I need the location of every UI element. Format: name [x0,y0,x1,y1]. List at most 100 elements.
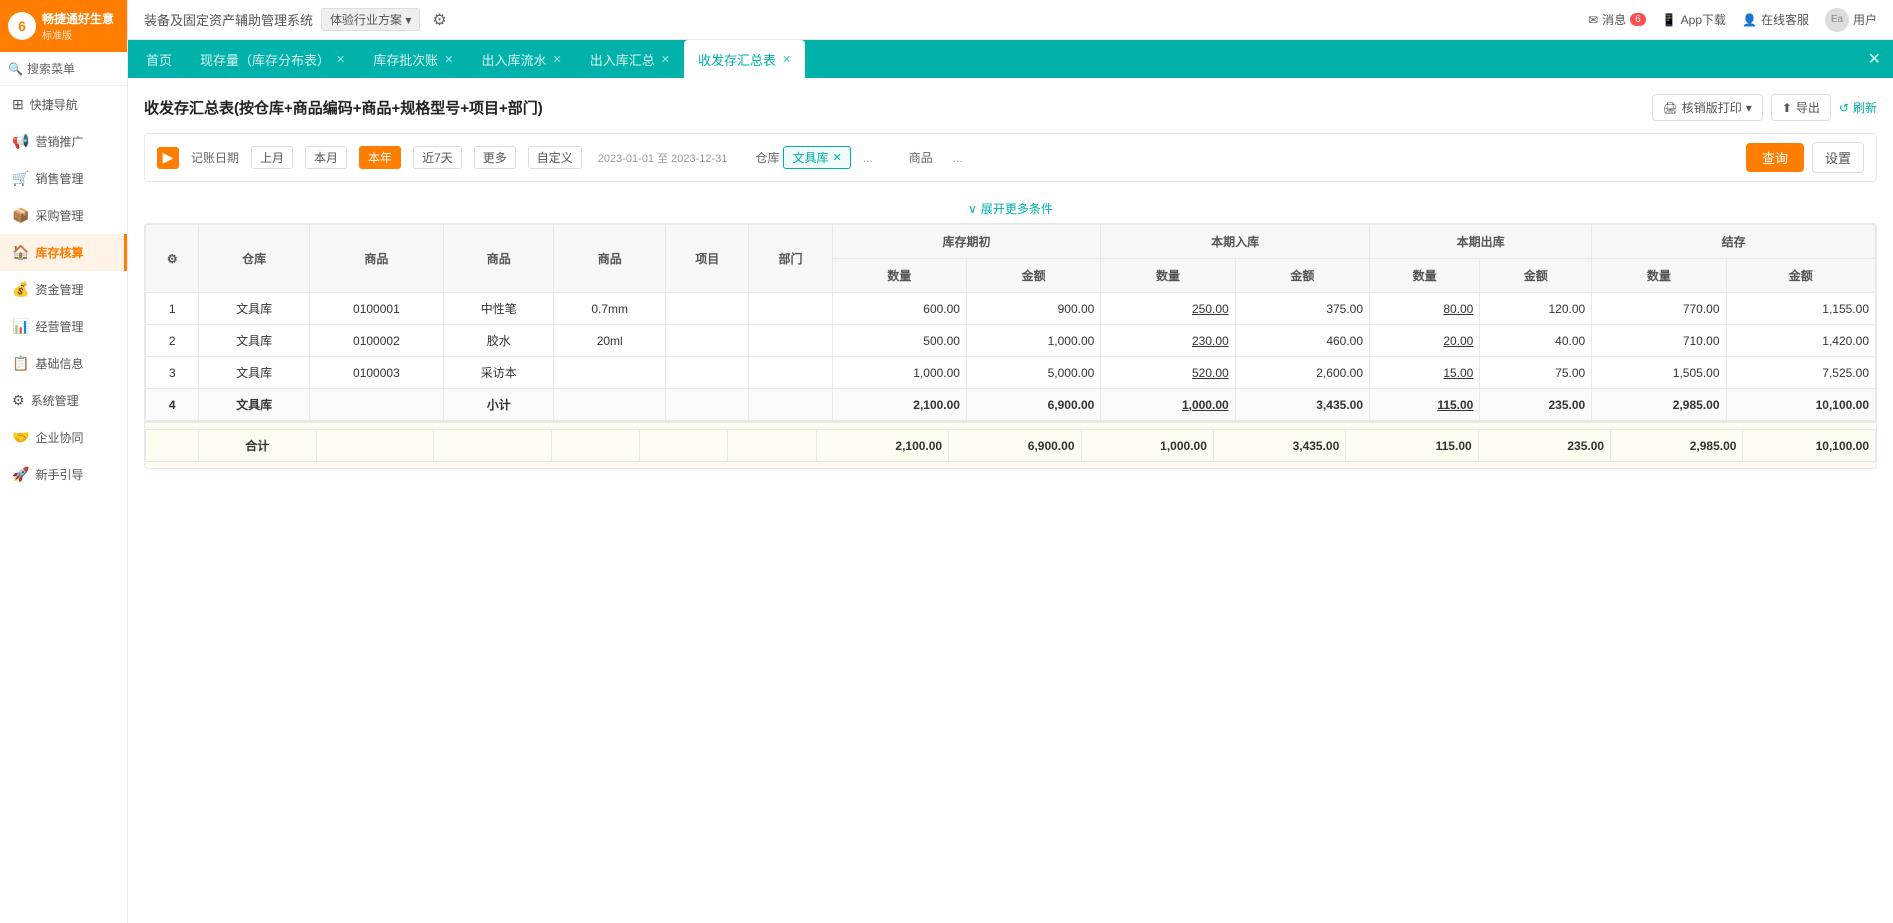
sidebar-item-purchase[interactable]: 📦 采购管理 [0,197,127,234]
topbar-right: ✉ 消息 6 📱 App下载 👤 在线客服 Ea 用户 [1588,8,1877,32]
tab-inout-flow-close[interactable]: ✕ [553,53,562,66]
sidebar-item-system[interactable]: ⚙ 系统管理 [0,382,127,419]
col-dept: 部门 [749,225,832,293]
expand-conditions-btn[interactable]: ∨ 展开更多条件 [968,200,1053,217]
tab-stock-dist[interactable]: 现存量（库存分布表） ✕ [186,40,359,78]
table-settings-icon[interactable]: ⚙ [167,252,178,266]
cell-out-amt: 120.00 [1480,293,1592,325]
cell-out-qty[interactable]: 20.00 [1370,325,1480,357]
inventory-icon: 🏠 [12,244,29,261]
table-footer: 合计 2,100.00 6,900.00 1,000.00 3,435.00 1… [145,421,1876,468]
col-project: 项目 [666,225,749,293]
quick-nav-icon: ⊞ [12,96,24,113]
tab-stock-dist-close[interactable]: ✕ [336,53,345,66]
warehouse-more-btn[interactable]: ... [855,149,881,167]
tab-batch-account[interactable]: 库存批次账 ✕ [359,40,467,78]
cell-out-qty[interactable]: 80.00 [1370,293,1480,325]
search-icon: 🔍 [8,62,23,76]
tab-inout-summary-close[interactable]: ✕ [661,53,670,66]
footer-empty1 [146,430,199,462]
sidebar-item-label: 营销推广 [35,133,83,150]
topbar-dropdown[interactable]: 体验行业方案 ▾ [321,8,420,31]
cell-in-qty[interactable]: 250.00 [1101,293,1235,325]
sidebar-search[interactable]: 🔍 搜索菜单 [0,52,127,86]
messages-btn[interactable]: ✉ 消息 6 [1588,11,1646,28]
print-btn[interactable]: 🖨 核销版打印 ▾ [1652,94,1763,121]
filter-settings-btn[interactable]: 设置 [1812,142,1864,173]
sidebar-item-quick-nav[interactable]: ⊞ 快捷导航 [0,86,127,123]
sales-icon: 🛒 [12,170,29,187]
user-avatar-btn[interactable]: Ea 用户 [1825,8,1877,32]
date-btn-custom[interactable]: 自定义 [528,146,582,169]
sidebar-item-cooperation[interactable]: 🤝 企业协同 [0,419,127,456]
app-download-btn[interactable]: 📱 App下载 [1662,11,1726,28]
sidebar-item-operations[interactable]: 📊 经营管理 [0,308,127,345]
date-filter-label: 记账日期 [191,149,239,166]
tab-recv-summary[interactable]: 收发存汇总表 ✕ [684,40,805,78]
tab-home[interactable]: 首页 [132,40,186,78]
query-btn[interactable]: 查询 [1746,143,1804,172]
export-btn[interactable]: ⬆ 导出 [1771,94,1831,121]
date-btn-more[interactable]: 更多 [474,146,516,169]
cell-out-qty[interactable]: 115.00 [1370,389,1480,421]
cell-in-qty[interactable]: 1,000.00 [1101,389,1235,421]
tab-inout-flow[interactable]: 出入库流水 ✕ [467,40,575,78]
refresh-btn[interactable]: ↺ 刷新 [1839,99,1877,116]
footer-label: 合计 [198,430,316,462]
sidebar-item-label: 系统管理 [31,392,79,409]
sidebar-item-sales[interactable]: 🛒 销售管理 [0,160,127,197]
cell-in-qty[interactable]: 520.00 [1101,357,1235,389]
date-btn-last-month[interactable]: 上月 [251,146,293,169]
topbar-settings-icon[interactable]: ⚙ [428,6,450,34]
sidebar-item-finance[interactable]: 💰 资金管理 [0,271,127,308]
user-avatar: Ea [1825,8,1849,32]
cell-out-amt: 75.00 [1480,357,1592,389]
system-icon: ⚙ [12,392,25,409]
sidebar-item-inventory[interactable]: 🏠 库存核算 [0,234,127,271]
export-icon: ⬆ [1782,101,1792,115]
footer-table: 合计 2,100.00 6,900.00 1,000.00 3,435.00 1… [145,429,1876,462]
cell-init-qty: 1,000.00 [832,357,966,389]
cell-warehouse: 文具库 [199,357,309,389]
sidebar-item-label: 新手引导 [35,466,83,483]
cell-out-amt: 40.00 [1480,325,1592,357]
cell-init-qty: 2,100.00 [832,389,966,421]
basic-info-icon: 📋 [12,355,29,372]
cell-init-qty: 500.00 [832,325,966,357]
page-inner: 收发存汇总表(按仓库+商品编码+商品+规格型号+项目+部门) 🖨 核销版打印 ▾… [128,78,1893,923]
date-btn-7days[interactable]: 近7天 [413,146,462,169]
date-btn-this-month[interactable]: 本月 [305,146,347,169]
cell-dept [749,293,832,325]
footer-init-qty: 2,100.00 [816,430,948,462]
user-label: 用户 [1853,11,1877,28]
footer-bal-amt: 10,100.00 [1743,430,1876,462]
col-init-stock: 库存期初 [832,225,1101,259]
warehouse-tag-close[interactable]: ✕ [832,151,841,164]
filter-toggle-btn[interactable]: ▶ [157,147,179,169]
col-spec: 商品 [554,225,666,293]
sidebar-item-basic-info[interactable]: 📋 基础信息 [0,345,127,382]
col-init-amt: 金额 [966,259,1100,293]
online-service-btn[interactable]: 👤 在线客服 [1742,11,1809,28]
warehouse-tag: 文具库 ✕ [783,146,850,169]
product-more-btn[interactable]: ... [945,149,971,167]
tab-batch-account-close[interactable]: ✕ [444,53,453,66]
tabbar-close-all[interactable]: ✕ [1860,49,1889,69]
sidebar-item-guide[interactable]: 🚀 新手引导 [0,456,127,493]
cell-bal-amt: 7,525.00 [1726,357,1875,389]
cell-out-qty[interactable]: 15.00 [1370,357,1480,389]
cell-init-amt: 5,000.00 [966,357,1100,389]
date-btn-this-year[interactable]: 本年 [359,146,401,169]
sidebar: 6 畅捷通好生意 标准版 🔍 搜索菜单 ⊞ 快捷导航 📢 营销推广 🛒 销售管理… [0,0,128,923]
cell-spec [554,357,666,389]
cell-bal-qty: 1,505.00 [1592,357,1726,389]
col-settings[interactable]: ⚙ [146,225,199,293]
tab-inout-summary[interactable]: 出入库汇总 ✕ [576,40,684,78]
col-out-stock: 本期出库 [1370,225,1592,259]
sidebar-item-marketing[interactable]: 📢 营销推广 [0,123,127,160]
cell-in-qty[interactable]: 230.00 [1101,325,1235,357]
print-label: 核销版打印 [1682,99,1742,116]
tab-recv-summary-close[interactable]: ✕ [782,53,791,66]
sidebar-item-label: 采购管理 [35,207,83,224]
cell-warehouse: 文具库 [199,325,309,357]
